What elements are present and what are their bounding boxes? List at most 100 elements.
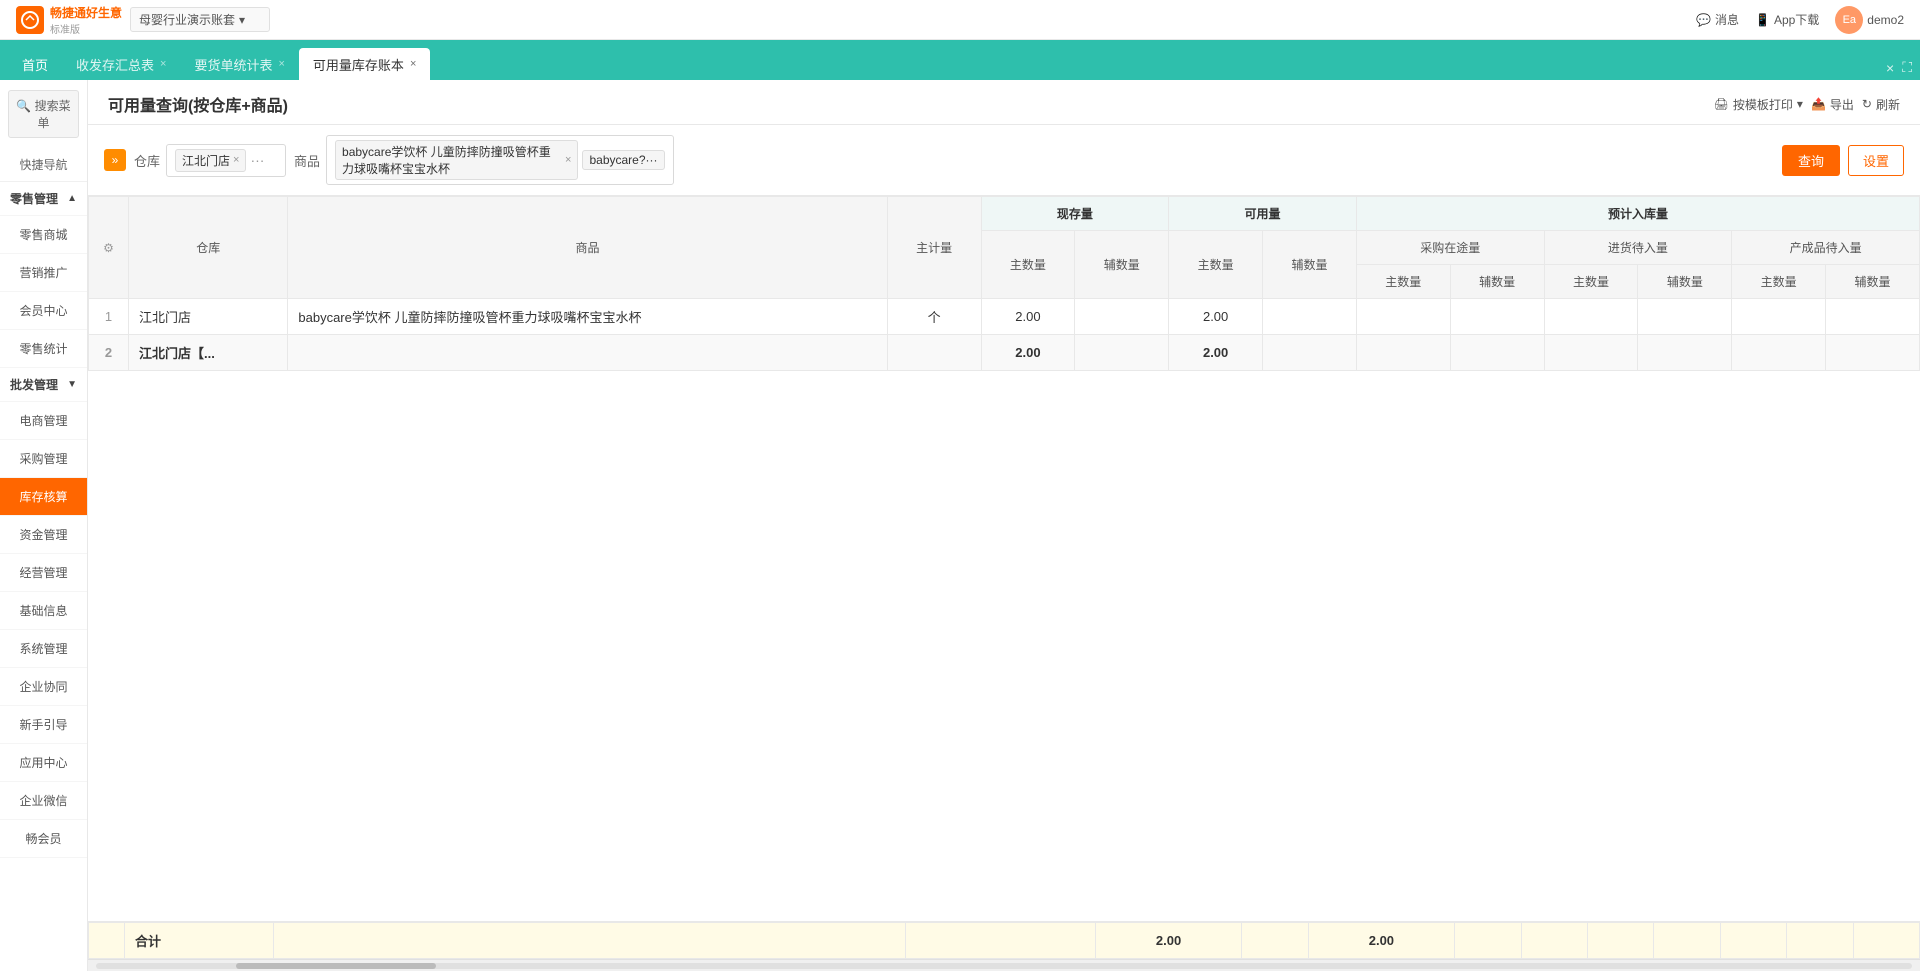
sidebar-item-finance-mgmt[interactable]: 资金管理 bbox=[0, 516, 87, 554]
warehouse-input[interactable]: 江北门店 × ··· bbox=[166, 144, 286, 177]
product-input[interactable]: babycare学饮杯 儿童防摔防撞吸管杯重力球吸嘴杯宝宝水杯 × babyca… bbox=[326, 135, 673, 185]
table-row: 1 江北门店 babycare学饮杯 儿童防摔防撞吸管杯重力球吸嘴杯宝宝水杯 个… bbox=[89, 299, 1920, 335]
row-2-current-main: 2.00 bbox=[981, 335, 1075, 371]
tab-order-stats-close[interactable]: × bbox=[278, 58, 284, 70]
user-menu[interactable]: Ea demo2 bbox=[1835, 6, 1904, 34]
th-available-group: 可用量 bbox=[1169, 197, 1357, 231]
sidebar-quick-nav[interactable]: 快捷导航 bbox=[0, 148, 87, 182]
avatar-text: Ea bbox=[1843, 14, 1856, 26]
th-finished-aux: 辅数量 bbox=[1826, 265, 1920, 299]
th-purchase-transit-sub: 采购在途量 bbox=[1356, 231, 1544, 265]
print-chevron-icon: ▾ bbox=[1797, 97, 1803, 111]
export-label: 导出 bbox=[1830, 96, 1854, 113]
row-1-purchase-aux bbox=[1450, 299, 1544, 335]
download-icon: 📱 bbox=[1755, 13, 1770, 27]
warehouse-tag: 江北门店 × bbox=[175, 149, 246, 172]
sidebar-enterprise-wechat-label: 企业微信 bbox=[19, 792, 67, 809]
sidebar-basic-info-label: 基础信息 bbox=[19, 602, 67, 619]
row-2-index: 2 bbox=[89, 335, 129, 371]
footer-purchase-aux bbox=[1587, 922, 1653, 959]
sidebar-retail-mall-label: 零售商城 bbox=[19, 226, 67, 243]
row-1-warehouse: 江北门店 bbox=[129, 299, 288, 335]
refresh-button[interactable]: ↻ 刷新 bbox=[1862, 96, 1900, 113]
filter-bar: » 仓库 江北门店 × ··· 商品 babycare学饮杯 儿童防摔防撞吸管杯… bbox=[88, 125, 1920, 196]
row-1-available-aux bbox=[1263, 299, 1357, 335]
sidebar-item-app-center[interactable]: 应用中心 bbox=[0, 744, 87, 782]
app-download-button[interactable]: 📱 App下载 bbox=[1755, 11, 1819, 28]
app-download-label: App下载 bbox=[1774, 11, 1819, 28]
row-2-finished-main bbox=[1732, 335, 1826, 371]
sidebar-business-label: 经营管理 bbox=[19, 564, 67, 581]
message-button[interactable]: 💬 消息 bbox=[1696, 11, 1739, 28]
row-2-purchase-main bbox=[1356, 335, 1450, 371]
page-title: 可用量查询(按仓库+商品) bbox=[108, 92, 288, 116]
industry-selector-value: 母婴行业演示账套 bbox=[139, 11, 235, 28]
horizontal-scrollbar[interactable] bbox=[88, 959, 1920, 971]
sidebar-finance-label: 资金管理 bbox=[19, 526, 67, 543]
warehouse-more-icon[interactable]: ··· bbox=[250, 152, 264, 168]
warehouse-tag-value: 江北门店 bbox=[182, 152, 230, 169]
tab-receivable-close[interactable]: × bbox=[160, 58, 166, 70]
warehouse-filter: 仓库 江北门店 × ··· bbox=[134, 144, 286, 177]
sidebar-item-enterprise-collab[interactable]: 企业协同 bbox=[0, 668, 87, 706]
template-print-button[interactable]: 🖨 按模板打印 ▾ bbox=[1714, 96, 1803, 113]
sidebar-item-wholesale-mgmt[interactable]: 批发管理 ▼ bbox=[0, 368, 87, 402]
table-container[interactable]: ⚙ 仓库 商品 主计量 现存量 可用量 预计入库量 主数量 辅数量 主数量 辅数… bbox=[88, 196, 1920, 921]
tab-receivable-label: 收发存汇总表 bbox=[76, 55, 154, 74]
footer-table: 合计 2.00 2.00 bbox=[88, 921, 1920, 959]
tab-available-stock[interactable]: 可用量库存账本 × bbox=[299, 48, 430, 80]
sidebar-item-new-guide[interactable]: 新手引导 bbox=[0, 706, 87, 744]
tab-order-stats[interactable]: 要货单统计表 × bbox=[180, 48, 298, 80]
export-button[interactable]: 📤 导出 bbox=[1811, 96, 1854, 113]
sidebar-item-enterprise-wechat[interactable]: 企业微信 bbox=[0, 782, 87, 820]
footer-purchase-main bbox=[1521, 922, 1587, 959]
sidebar-item-inventory-check[interactable]: 库存核算 bbox=[0, 478, 87, 516]
sidebar-item-basic-info[interactable]: 基础信息 bbox=[0, 592, 87, 630]
logo-icon bbox=[16, 6, 44, 34]
th-incoming-aux: 辅数量 bbox=[1638, 265, 1732, 299]
query-button[interactable]: 查询 bbox=[1782, 145, 1840, 176]
retail-mgmt-arrow-icon: ▲ bbox=[67, 193, 77, 204]
product-tag-1-close[interactable]: × bbox=[565, 154, 571, 166]
th-settings: ⚙ bbox=[89, 197, 129, 299]
row-1-product: babycare学饮杯 儿童防摔防撞吸管杯重力球吸嘴杯宝宝水杯 bbox=[288, 299, 887, 335]
footer-empty-1 bbox=[89, 922, 125, 959]
sidebar-item-retail-stats[interactable]: 零售统计 bbox=[0, 330, 87, 368]
tab-receivable-summary[interactable]: 收发存汇总表 × bbox=[62, 48, 180, 80]
tab-home[interactable]: 首页 bbox=[8, 48, 62, 80]
th-incoming-pending-sub: 进货待入量 bbox=[1544, 231, 1732, 265]
close-window-icon[interactable]: × bbox=[1886, 60, 1894, 76]
th-incoming-main: 主数量 bbox=[1544, 265, 1638, 299]
sidebar-item-system-mgmt[interactable]: 系统管理 bbox=[0, 630, 87, 668]
sidebar-enterprise-collab-label: 企业协同 bbox=[19, 678, 67, 695]
sidebar-item-ecommerce-mgmt[interactable]: 电商管理 bbox=[0, 402, 87, 440]
sidebar-item-retail-mgmt[interactable]: 零售管理 ▲ bbox=[0, 182, 87, 216]
fullscreen-icon[interactable]: ⛶ bbox=[1902, 59, 1912, 76]
tab-order-stats-label: 要货单统计表 bbox=[194, 55, 272, 74]
warehouse-tag-close[interactable]: × bbox=[233, 154, 239, 166]
th-warehouse: 仓库 bbox=[129, 197, 288, 299]
th-available-aux: 辅数量 bbox=[1263, 231, 1357, 299]
product-filter-label: 商品 bbox=[294, 151, 320, 170]
logo-text: 畅捷通好生意 标准版 bbox=[50, 4, 122, 36]
th-current-aux: 辅数量 bbox=[1075, 231, 1169, 299]
header-actions: 🖨 按模板打印 ▾ 📤 导出 ↻ 刷新 bbox=[1714, 96, 1900, 113]
tab-available-stock-close[interactable]: × bbox=[410, 58, 416, 70]
sidebar-item-vip-member[interactable]: 畅会员 bbox=[0, 820, 87, 858]
th-finished-pending-sub: 产成品待入量 bbox=[1732, 231, 1920, 265]
scrollbar-thumb bbox=[236, 963, 436, 969]
settings-icon[interactable]: ⚙ bbox=[103, 241, 114, 255]
sidebar-search-button[interactable]: 🔍 搜索菜单 bbox=[8, 90, 79, 138]
sidebar-item-purchase-mgmt[interactable]: 采购管理 bbox=[0, 440, 87, 478]
sidebar-inventory-label: 库存核算 bbox=[19, 488, 67, 505]
filter-expand-button[interactable]: » bbox=[104, 149, 126, 171]
sidebar-item-member-center[interactable]: 会员中心 bbox=[0, 292, 87, 330]
industry-selector[interactable]: 母婴行业演示账套 ▾ bbox=[130, 7, 270, 32]
th-product: 商品 bbox=[288, 197, 887, 299]
sidebar-purchase-label: 采购管理 bbox=[19, 450, 67, 467]
settings-button[interactable]: 设置 bbox=[1848, 145, 1904, 176]
sidebar-item-marketing[interactable]: 营销推广 bbox=[0, 254, 87, 292]
sidebar-item-business-mgmt[interactable]: 经营管理 bbox=[0, 554, 87, 592]
sidebar-vip-member-label: 畅会员 bbox=[25, 830, 61, 847]
sidebar-item-retail-mall[interactable]: 零售商城 bbox=[0, 216, 87, 254]
